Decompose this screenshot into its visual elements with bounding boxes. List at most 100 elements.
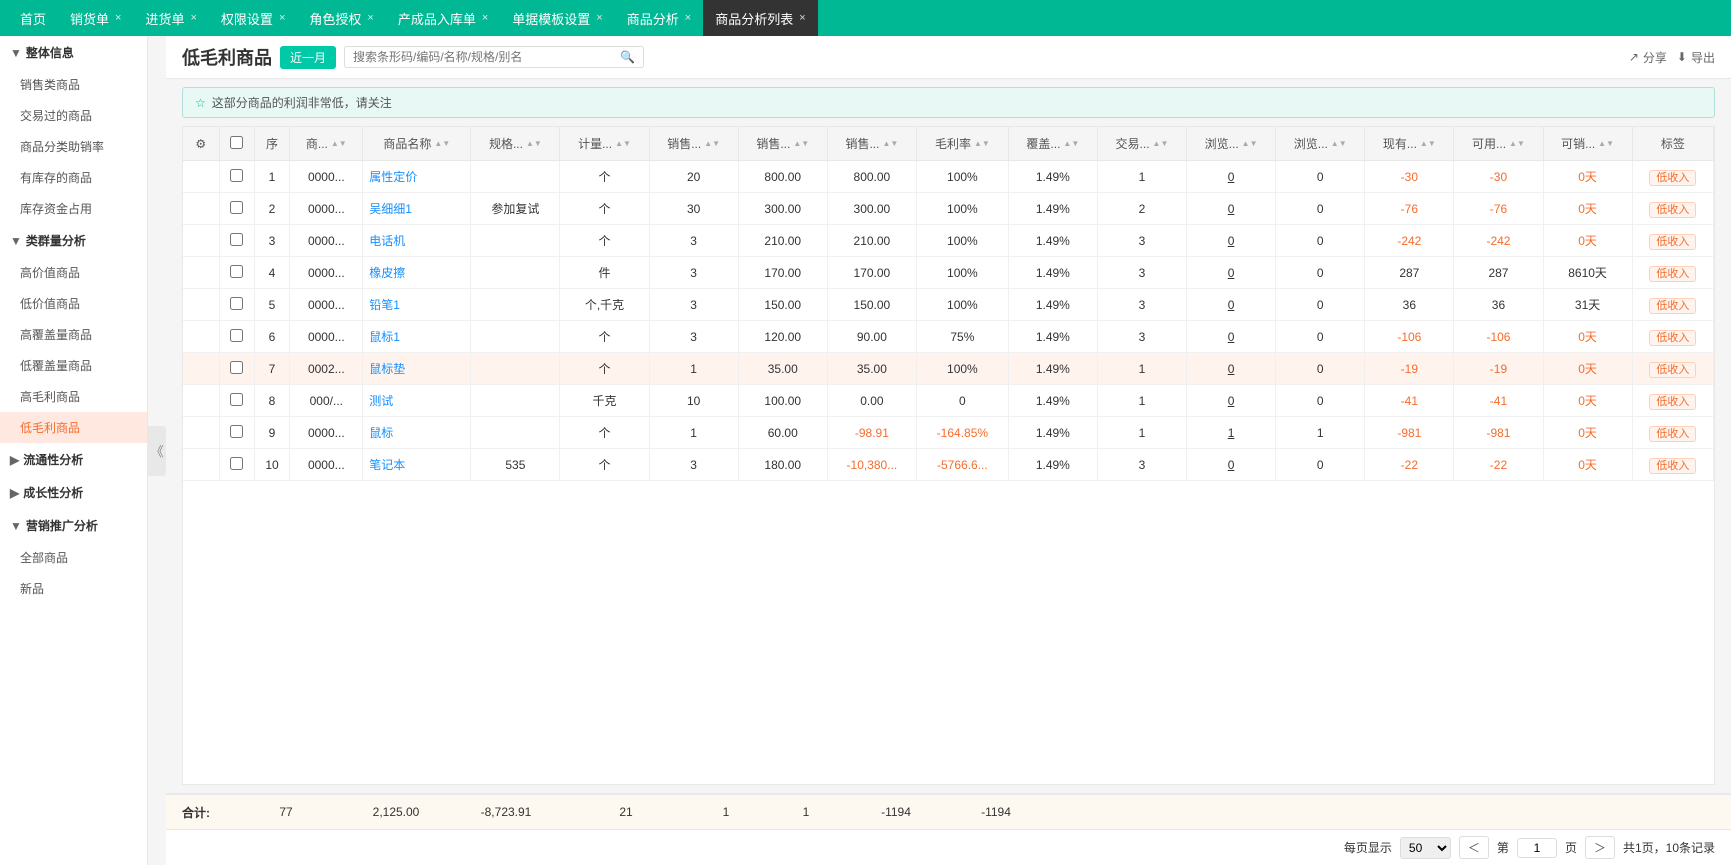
search-icon[interactable]: 🔍 [620,50,635,64]
th-saleable[interactable]: 可销...▲▼ [1543,127,1632,161]
sidebar-item-high-margin[interactable]: 高毛利商品 [0,381,147,412]
sort-icon[interactable]: ▲▼ [1153,139,1169,148]
th-gross-rate[interactable]: 毛利率▲▼ [916,127,1008,161]
sidebar-group-marketing[interactable]: ▼ 营销推广分析 [0,509,147,542]
row-browse1[interactable]: 0 [1187,289,1276,321]
th-coverage[interactable]: 覆盖...▲▼ [1008,127,1097,161]
nav-item-product-entry[interactable]: 产成品入库单 × [386,0,500,36]
row-checkbox[interactable] [230,457,243,470]
nav-item-goods-analysis-list[interactable]: 商品分析列表 × [703,0,817,36]
settings-icon[interactable]: ⚙ [195,137,206,151]
close-icon[interactable]: × [115,12,121,24]
th-browse1[interactable]: 浏览...▲▼ [1187,127,1276,161]
sidebar-group-cluster[interactable]: ▼ 类群量分析 [0,224,147,257]
sort-icon[interactable]: ▲▼ [1598,139,1614,148]
th-browse2[interactable]: 浏览...▲▼ [1276,127,1365,161]
row-name[interactable]: 吴细细1 [363,193,471,225]
sort-icon[interactable]: ▲▼ [434,139,450,148]
th-sales-qty[interactable]: 销售...▲▼ [649,127,738,161]
row-name[interactable]: 测试 [363,385,471,417]
nav-item-template[interactable]: 单据模板设置 × [500,0,614,36]
share-button[interactable]: ↗ 分享 [1629,49,1667,66]
th-current-stock[interactable]: 现有...▲▼ [1365,127,1454,161]
th-spec[interactable]: 规格...▲▼ [471,127,560,161]
close-icon[interactable]: × [596,12,602,24]
row-checkbox[interactable] [230,201,243,214]
sort-icon[interactable]: ▲▼ [1420,139,1436,148]
sidebar-group-overall[interactable]: ▼ 整体信息 [0,36,147,69]
row-browse1[interactable]: 1 [1187,417,1276,449]
row-browse1[interactable]: 0 [1187,257,1276,289]
select-all-checkbox[interactable] [230,136,243,149]
row-checkbox[interactable] [230,233,243,246]
row-name[interactable]: 鼠标 [363,417,471,449]
sidebar-item-low-margin[interactable]: 低毛利商品 [0,412,147,443]
sort-icon[interactable]: ▲▼ [1509,139,1525,148]
per-page-select[interactable]: 50 20 100 [1400,837,1451,859]
row-checkbox[interactable] [230,393,243,406]
sort-icon[interactable]: ▲▼ [331,139,347,148]
sort-icon[interactable]: ▲▼ [1331,139,1347,148]
th-sales-amount[interactable]: 销售...▲▼ [827,127,916,161]
row-name[interactable]: 鼠标1 [363,321,471,353]
sidebar-item-all-goods[interactable]: 全部商品 [0,542,147,573]
row-checkbox[interactable] [230,297,243,310]
sort-icon[interactable]: ▲▼ [1242,139,1258,148]
close-icon[interactable]: × [367,12,373,24]
export-button[interactable]: ⬇ 导出 [1677,49,1715,66]
th-available[interactable]: 可用...▲▼ [1454,127,1543,161]
row-name[interactable]: 电话机 [363,225,471,257]
next-page-button[interactable]: ＞ [1585,836,1615,859]
close-icon[interactable]: × [279,12,285,24]
nav-item-roles[interactable]: 角色授权 × [297,0,385,36]
row-browse1[interactable]: 0 [1187,385,1276,417]
nav-item-home[interactable]: 首页 [8,0,58,36]
row-browse1[interactable]: 0 [1187,225,1276,257]
sidebar-item-low-coverage[interactable]: 低覆盖量商品 [0,350,147,381]
row-name[interactable]: 属性定价 [363,161,471,193]
sidebar-item-traded-goods[interactable]: 交易过的商品 [0,100,147,131]
row-checkbox[interactable] [230,425,243,438]
th-sales-price[interactable]: 销售...▲▼ [738,127,827,161]
sidebar-item-low-value[interactable]: 低价值商品 [0,288,147,319]
row-name[interactable]: 鼠标垫 [363,353,471,385]
search-input[interactable] [353,50,620,64]
sidebar-group-circulation[interactable]: ▶ 流通性分析 [0,443,147,476]
sidebar-group-growth[interactable]: ▶ 成长性分析 [0,476,147,509]
row-checkbox[interactable] [230,329,243,342]
close-icon[interactable]: × [190,12,196,24]
row-name[interactable]: 笔记本 [363,449,471,481]
close-icon[interactable]: × [685,12,691,24]
row-checkbox[interactable] [230,169,243,182]
row-browse1[interactable]: 0 [1187,449,1276,481]
row-browse1[interactable]: 0 [1187,193,1276,225]
sidebar-item-sales-goods[interactable]: 销售类商品 [0,69,147,100]
nav-item-sales[interactable]: 销货单 × [58,0,133,36]
close-icon[interactable]: × [482,12,488,24]
sort-icon[interactable]: ▲▼ [882,139,898,148]
row-browse1[interactable]: 0 [1187,353,1276,385]
th-name[interactable]: 商品名称▲▼ [363,127,471,161]
sidebar-item-stocked-goods[interactable]: 有库存的商品 [0,162,147,193]
sort-icon[interactable]: ▲▼ [974,139,990,148]
sort-icon[interactable]: ▲▼ [526,139,542,148]
row-browse1[interactable]: 0 [1187,321,1276,353]
row-browse1[interactable]: 0 [1187,161,1276,193]
sidebar-item-category-rate[interactable]: 商品分类助销率 [0,131,147,162]
sort-icon[interactable]: ▲▼ [793,139,809,148]
nav-item-purchase[interactable]: 进货单 × [133,0,208,36]
sort-icon[interactable]: ▲▼ [615,139,631,148]
th-code[interactable]: 商...▲▼ [290,127,363,161]
row-name[interactable]: 铅笔1 [363,289,471,321]
sort-icon[interactable]: ▲▼ [704,139,720,148]
sidebar-item-high-coverage[interactable]: 高覆盖量商品 [0,319,147,350]
sidebar-collapse-button[interactable]: 《 [148,426,166,476]
th-unit[interactable]: 计量...▲▼ [560,127,649,161]
th-transactions[interactable]: 交易...▲▼ [1097,127,1186,161]
sort-icon[interactable]: ▲▼ [1063,139,1079,148]
filter-button[interactable]: 近一月 [280,46,336,69]
nav-item-goods-analysis[interactable]: 商品分析 × [615,0,703,36]
settings-column-header[interactable]: ⚙ [183,127,219,161]
row-checkbox[interactable] [230,361,243,374]
sidebar-item-stock-capital[interactable]: 库存资金占用 [0,193,147,224]
